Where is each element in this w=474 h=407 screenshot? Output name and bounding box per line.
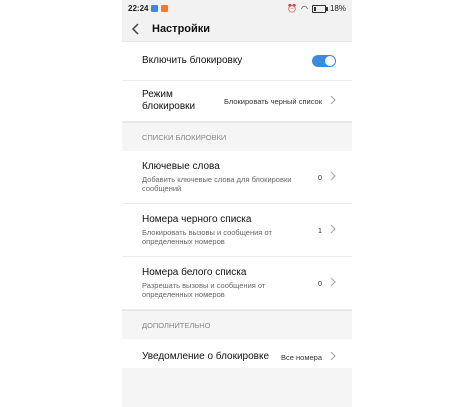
battery-icon (311, 4, 328, 13)
chevron-right-icon (330, 171, 336, 184)
app-header: Настройки (122, 17, 352, 42)
page-title: Настройки (152, 23, 211, 35)
blacklist-row[interactable]: Номера черного списка Блокировать вызовы… (122, 204, 352, 257)
block-notification-value: Все номера (281, 352, 322, 362)
wifi-icon: ◠ (301, 4, 308, 13)
whitelist-row[interactable]: Номера белого списка Разрешать вызовы и … (122, 257, 352, 310)
keywords-title: Ключевые слова (142, 161, 220, 172)
status-time: 22:24 (128, 4, 149, 13)
chevron-right-icon (330, 277, 336, 290)
block-mode-row[interactable]: Режим блокировки Блокировать черный спис… (122, 81, 352, 122)
block-notification-label: Уведомление о блокировке (142, 351, 270, 362)
chevron-left-icon[interactable] (128, 22, 142, 36)
block-mode-value: Блокировать черный список (224, 96, 322, 106)
additional-section-header: ДОПОЛНИТЕЛЬНО (122, 310, 352, 339)
chevron-right-icon (330, 224, 336, 237)
whitelist-title: Номера белого списка (142, 267, 247, 278)
blacklist-count: 1 (317, 225, 322, 235)
lists-section-header: СПИСКИ БЛОКИРОВКИ (122, 122, 352, 151)
keywords-count: 0 (317, 172, 322, 182)
chevron-right-icon (330, 95, 336, 108)
empty-area (122, 368, 352, 407)
block-mode-label-1: Режим (142, 89, 173, 100)
whitelist-subtitle: Разрешать вызовы и сообщения от определе… (142, 281, 266, 299)
notification-icon (151, 5, 159, 12)
block-mode-label-2: блокировки (142, 101, 196, 112)
blacklist-title: Номера черного списка (142, 214, 252, 225)
chevron-right-icon (330, 351, 336, 364)
enable-block-label: Включить блокировку (142, 55, 243, 66)
enable-block-row[interactable]: Включить блокировку (122, 42, 352, 81)
app-notification-icon (161, 5, 169, 12)
toggle-knob (325, 56, 335, 66)
blacklist-subtitle: Блокировать вызовы и сообщения от опреде… (142, 228, 272, 246)
battery-percent: 18% (329, 4, 346, 13)
phone-screen: 22:24 ⏰ ◠ 18% Настройки Включить блокиро… (122, 0, 352, 407)
keywords-row[interactable]: Ключевые слова Добавить ключевые слова д… (122, 151, 352, 204)
alarm-icon: ⏰ (287, 4, 297, 13)
whitelist-count: 0 (317, 278, 322, 288)
keywords-subtitle: Добавить ключевые слова для блокировки с… (142, 175, 292, 193)
enable-block-toggle[interactable] (312, 55, 336, 67)
status-bar: 22:24 ⏰ ◠ 18% (122, 0, 352, 17)
